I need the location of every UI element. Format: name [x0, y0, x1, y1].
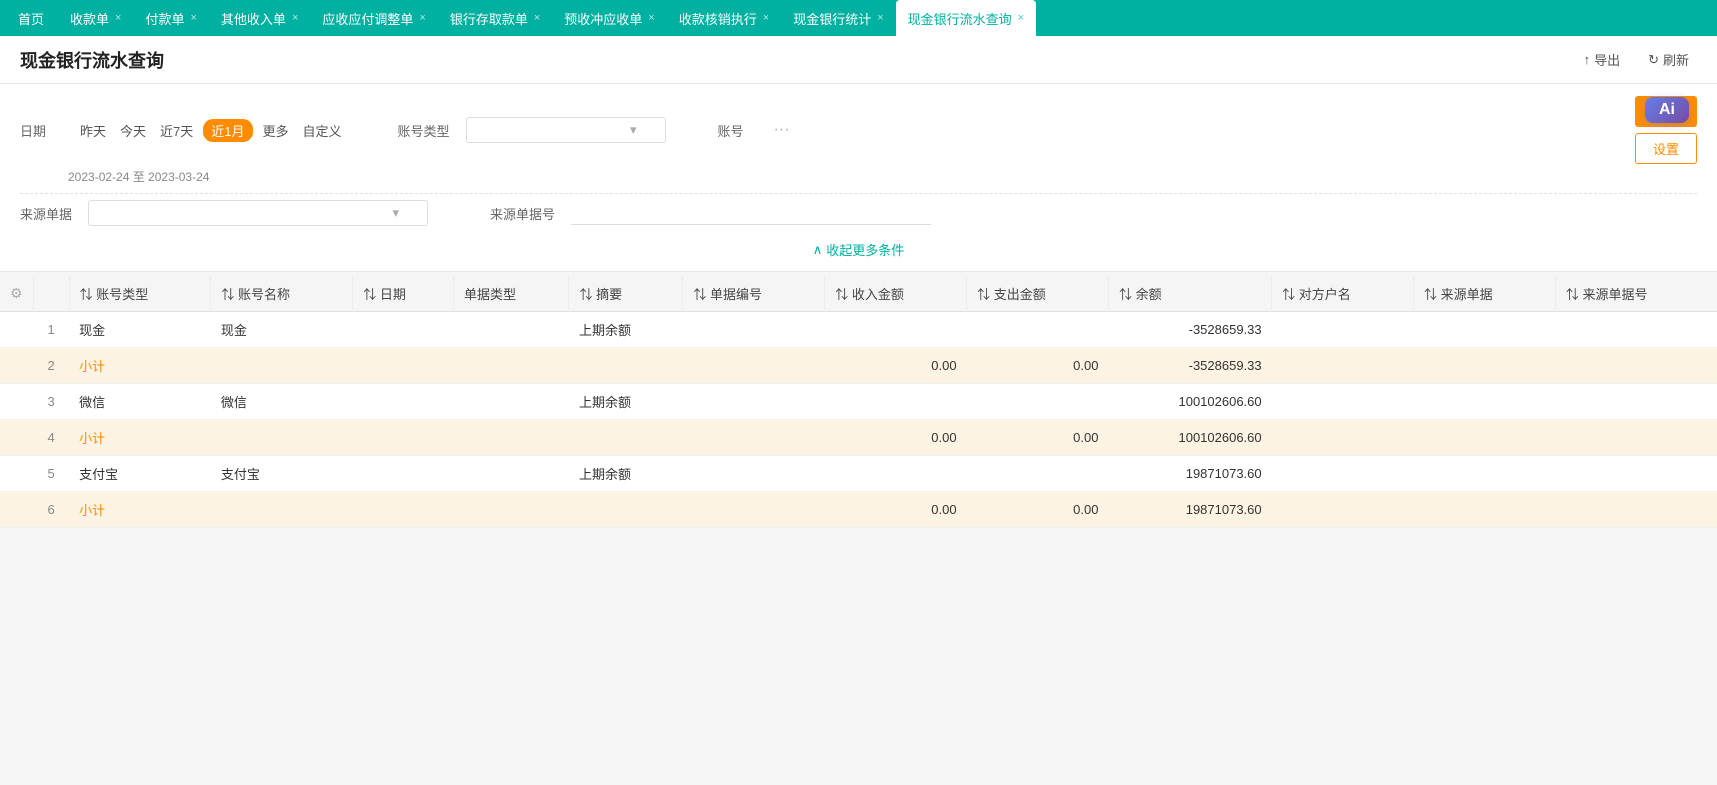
refresh-button[interactable]: ↻ 刷新	[1640, 46, 1697, 73]
source-doc-num-input[interactable]	[571, 201, 931, 225]
col-doc-type: 单据类型	[453, 276, 569, 312]
col-source-doc: ⇅ 来源单据	[1413, 276, 1555, 312]
col-num	[33, 276, 69, 312]
filter-row-2: 来源单据 ▾ 来源单据号	[20, 200, 1697, 226]
col-account-name: ⇅ 账号名称	[211, 276, 353, 312]
col-date: ⇅ 日期	[353, 276, 454, 312]
nav-tab-7[interactable]: 现金银行统计 ×	[781, 0, 895, 36]
col-account-type: ⇅ 账号类型	[69, 276, 211, 312]
collapse-icon: ∧	[813, 242, 823, 258]
filter-area: 日期 昨天 今天 近7天 近1月 更多 自定义 账号类型 ▾ 账号 ··· 查询…	[0, 84, 1717, 272]
page-title: 现金银行流水查询	[20, 47, 164, 73]
col-income: ⇅ 收入金额	[825, 276, 967, 312]
nav-tab-8[interactable]: 现金银行流水查询 ×	[896, 0, 1036, 36]
column-settings-icon[interactable]: ⚙	[10, 285, 23, 301]
col-settings: ⚙	[0, 276, 33, 312]
shortcut-1month[interactable]: 近1月	[203, 119, 252, 142]
date-range-display: 2023-02-24 至 2023-03-24	[68, 170, 209, 184]
shortcut-today[interactable]: 今天	[116, 119, 150, 142]
shortcut-more[interactable]: 更多	[259, 119, 293, 142]
col-expense: ⇅ 支出金额	[967, 276, 1109, 312]
table-row: 1现金现金上期余额-3528659.33	[0, 312, 1717, 348]
nav-tab-0[interactable]: 收款单 ×	[58, 0, 133, 36]
table-row: 6小计0.000.0019871073.60	[0, 492, 1717, 528]
nav-home[interactable]: 首页	[4, 0, 58, 36]
close-tab-2-icon[interactable]: ×	[292, 12, 298, 24]
close-tab-0-icon[interactable]: ×	[115, 12, 121, 24]
shortcut-yesterday[interactable]: 昨天	[76, 119, 110, 142]
nav-tab-4[interactable]: 银行存取款单 ×	[438, 0, 552, 36]
dropdown-icon: ▾	[630, 122, 637, 138]
date-shortcuts: 昨天 今天 近7天 近1月 更多 自定义	[76, 119, 346, 142]
shortcut-7days[interactable]: 近7天	[156, 119, 197, 142]
close-tab-1-icon[interactable]: ×	[190, 12, 196, 24]
nav-tab-5[interactable]: 预收冲应收单 ×	[552, 0, 666, 36]
table-body: 1现金现金上期余额-3528659.332小计0.000.00-3528659.…	[0, 312, 1717, 528]
refresh-icon: ↻	[1648, 52, 1659, 68]
col-doc-num: ⇅ 单据编号	[683, 276, 825, 312]
table-header-row: ⚙ ⇅ 账号类型 ⇅ 账号名称 ⇅ 日期 单据类型 ⇅ 摘要	[0, 276, 1717, 312]
collapse-button[interactable]: ∧ 收起更多条件	[20, 236, 1697, 263]
source-doc-dropdown-icon: ▾	[392, 205, 399, 221]
close-tab-7-icon[interactable]: ×	[877, 12, 883, 24]
close-tab-3-icon[interactable]: ×	[419, 12, 425, 24]
export-button[interactable]: ↑ 导出	[1576, 46, 1629, 73]
account-more-icon[interactable]: ···	[774, 121, 790, 139]
shortcut-custom[interactable]: 自定义	[299, 119, 346, 142]
ai-badge[interactable]: Ai	[1645, 97, 1689, 123]
table-row: 4小计0.000.00100102606.60	[0, 420, 1717, 456]
top-nav: 首页 收款单 × 付款单 × 其他收入单 × 应收应付调整单 × 银行存取款单 …	[0, 0, 1717, 36]
table-row: 5支付宝支付宝上期余额19871073.60	[0, 456, 1717, 492]
nav-tab-3[interactable]: 应收应付调整单 ×	[310, 0, 437, 36]
filter-row-1: 日期 昨天 今天 近7天 近1月 更多 自定义 账号类型 ▾ 账号 ··· 查询…	[20, 96, 1697, 164]
col-source-doc-num: ⇅ 来源单据号	[1555, 276, 1717, 312]
settings-button[interactable]: 设置	[1635, 133, 1697, 164]
col-summary: ⇅ 摘要	[569, 276, 683, 312]
page-header: 现金银行流水查询 ↑ 导出 ↻ 刷新	[0, 36, 1717, 84]
account-type-label: 账号类型	[398, 121, 450, 140]
filter-divider	[20, 193, 1697, 194]
account-type-select[interactable]: ▾	[466, 117, 666, 143]
close-tab-4-icon[interactable]: ×	[534, 12, 540, 24]
account-label: 账号	[718, 121, 758, 140]
export-icon: ↑	[1584, 52, 1591, 67]
date-label: 日期	[20, 121, 60, 140]
source-doc-select[interactable]: ▾	[88, 200, 428, 226]
table-container: ⚙ ⇅ 账号类型 ⇅ 账号名称 ⇅ 日期 单据类型 ⇅ 摘要	[0, 276, 1717, 528]
nav-tab-1[interactable]: 付款单 ×	[133, 0, 208, 36]
close-tab-8-icon[interactable]: ×	[1018, 12, 1024, 24]
col-counterpart: ⇅ 对方户名	[1272, 276, 1414, 312]
table-row: 2小计0.000.00-3528659.33	[0, 348, 1717, 384]
data-table: ⚙ ⇅ 账号类型 ⇅ 账号名称 ⇅ 日期 单据类型 ⇅ 摘要	[0, 276, 1717, 528]
table-row: 3微信微信上期余额100102606.60	[0, 384, 1717, 420]
close-tab-5-icon[interactable]: ×	[648, 12, 654, 24]
close-tab-6-icon[interactable]: ×	[763, 12, 769, 24]
nav-tab-2[interactable]: 其他收入单 ×	[209, 0, 310, 36]
collapse-label: 收起更多条件	[826, 240, 904, 259]
source-doc-label: 来源单据	[20, 204, 72, 223]
source-doc-num-label: 来源单据号	[490, 204, 555, 223]
nav-tab-6[interactable]: 收款核销执行 ×	[667, 0, 781, 36]
header-actions: ↑ 导出 ↻ 刷新	[1576, 46, 1697, 73]
col-balance: ⇅ 余额	[1108, 276, 1271, 312]
